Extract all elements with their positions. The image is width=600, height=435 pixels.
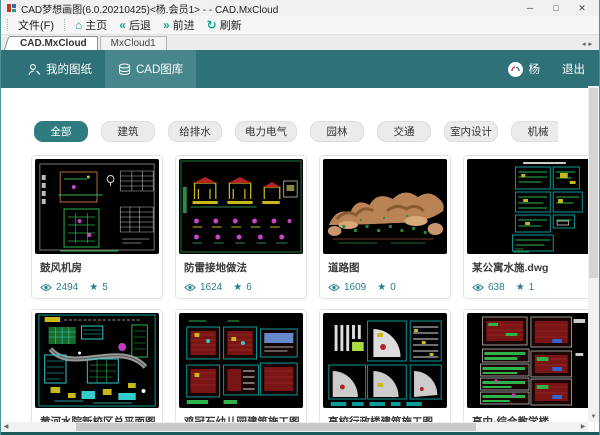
drawing-card[interactable]: 高校行政楼建筑施工图 741 ★ 0 [319,309,451,435]
star-icon: ★ [89,282,98,293]
logout-button[interactable]: 退出 [562,61,585,77]
forward-button[interactable]: » 前进 [157,16,201,34]
app-header: 我的图纸 CAD图库 杨 退出 [1,50,599,88]
toolbar: 文件(F) ⌂ 主页 « 后退 » 前进 ↻ 刷新 [1,16,599,35]
star-icon: ★ [377,282,386,293]
close-button[interactable]: ✕ [569,0,595,16]
thumbnail-lightning-protection [179,159,303,254]
category-electrical[interactable]: 电力电气 [235,121,297,142]
category-plumbing[interactable]: 给排水 [168,121,222,142]
scroll-down-arrow[interactable]: ▼ [588,412,599,422]
views-count: 2494 [56,282,78,293]
drawing-title: 鼓风机房 [35,254,159,275]
drawing-card[interactable]: 黄河水院新校区总平面图 685 ★ 2 [31,309,163,435]
views-eye-icon [328,283,340,292]
drawing-card[interactable]: 防雷接地做法 1624 ★ 6 [175,155,307,299]
drawing-stats: 1609 ★ 0 [323,275,447,293]
username-label[interactable]: 杨 [529,61,541,77]
drawing-card[interactable]: 道路图 1609 ★ 0 [319,155,451,299]
window-title: CAD梦想画图(6.0.20210425)<杨.会员1> - - CAD.MxC… [21,1,278,16]
category-mechanical[interactable]: 机械 [511,121,558,142]
drawing-card[interactable]: 鼓风机房 2494 ★ 5 [31,155,163,299]
vertical-scrollbar-thumb[interactable] [589,88,598,278]
views-eye-icon [184,283,196,292]
drawing-card[interactable]: 鸡冠石幼儿园建筑施工图 1219 ★ 1 [175,309,307,435]
category-transport[interactable]: 交通 [377,121,431,142]
drawing-title: 道路图 [323,254,447,275]
category-interior[interactable]: 室内设计 [444,121,498,142]
drawing-grid: 鼓风机房 2494 ★ 5 [1,155,599,435]
home-button[interactable]: ⌂ 主页 [69,16,113,34]
back-icon: « [119,19,126,31]
toolbar-grip [7,19,8,31]
file-menu[interactable]: 文件(F) [12,17,60,33]
toolbar-grip [64,19,65,31]
back-button[interactable]: « 后退 [113,16,157,34]
category-filter-bar: 全部 建筑 给排水 电力电气 园林 交通 室内设计 机械 服装 市政 [1,121,558,142]
vertical-scrollbar[interactable]: ▼ [588,86,599,422]
stars-count: 0 [390,282,396,293]
forward-icon: » [163,19,170,31]
scroll-right-arrow[interactable]: ▶ [578,422,588,432]
horizontal-scrollbar[interactable]: ◀ ▶ [1,422,588,432]
drawing-title: 某公寓水施.dwg [467,254,591,275]
thumbnail-apartment-plumbing [467,159,591,254]
drawing-stats: 2494 ★ 5 [35,275,159,293]
library-content: 全部 建筑 给排水 电力电气 园林 交通 室内设计 机械 服装 市政 [1,121,599,435]
drawing-stats: 638 ★ 1 [467,275,591,293]
home-label: 主页 [85,17,107,33]
refresh-label: 刷新 [220,17,242,33]
drawing-card[interactable]: 高中-综合教学楼 519 ★ 0 [463,309,595,435]
category-all[interactable]: 全部 [34,121,88,142]
user-avatar[interactable] [508,62,523,77]
tab-bar: CAD.MxCloud MxCloud1 ◂▸ [1,35,599,50]
tab-scroll-arrows[interactable]: ◂▸ [582,40,595,48]
views-eye-icon [472,283,484,292]
thumbnail-admin-building-plans [323,313,447,408]
views-count: 1609 [344,282,366,293]
refresh-button[interactable]: ↻ 刷新 [201,16,248,34]
my-drawings-button[interactable]: 我的图纸 [15,50,105,88]
forward-label: 前进 [173,17,195,33]
cad-library-button[interactable]: CAD图库 [105,50,196,88]
star-icon: ★ [516,282,525,293]
minimize-button[interactable]: ─ [517,0,543,16]
category-landscape[interactable]: 园林 [310,121,364,142]
drawing-stats: 1624 ★ 6 [179,275,303,293]
thumbnail-road-map [323,159,447,254]
drawing-title: 防雷接地做法 [179,254,303,275]
drawing-card[interactable]: 某公寓水施.dwg 638 ★ 1 [463,155,595,299]
views-count: 1624 [200,282,222,293]
star-icon: ★ [233,282,242,293]
home-icon: ⌂ [75,19,82,31]
horizontal-scrollbar-thumb[interactable] [76,423,476,431]
views-eye-icon [40,283,52,292]
cad-library-label: CAD图库 [136,61,183,77]
refresh-icon: ↻ [207,19,217,31]
person-search-icon [28,63,41,76]
thumbnail-school-building [467,313,591,408]
stars-count: 1 [529,282,535,293]
stars-count: 5 [102,282,108,293]
back-label: 后退 [129,17,151,33]
tab-mxcloud1[interactable]: MxCloud1 [100,36,167,50]
thumbnail-blower-room [35,159,159,254]
avatar-logo-icon [510,64,521,75]
tab-cad-mxcloud[interactable]: CAD.MxCloud [9,36,98,50]
stars-count: 6 [246,282,252,293]
scroll-left-arrow[interactable]: ◀ [1,422,11,432]
app-window: { "window": { "title": "CAD梦想画图(6.0.2021… [0,0,600,435]
thumbnail-kindergarten-plans [179,313,303,408]
my-drawings-label: 我的图纸 [46,61,92,77]
titlebar: CAD梦想画图(6.0.20210425)<杨.会员1> - - CAD.MxC… [1,0,599,16]
library-stack-icon [118,63,131,76]
maximize-button[interactable]: □ [543,0,569,16]
thumbnail-campus-site-plan [35,313,159,408]
app-logo-icon [7,3,17,13]
category-architecture[interactable]: 建筑 [101,121,155,142]
views-count: 638 [488,282,505,293]
